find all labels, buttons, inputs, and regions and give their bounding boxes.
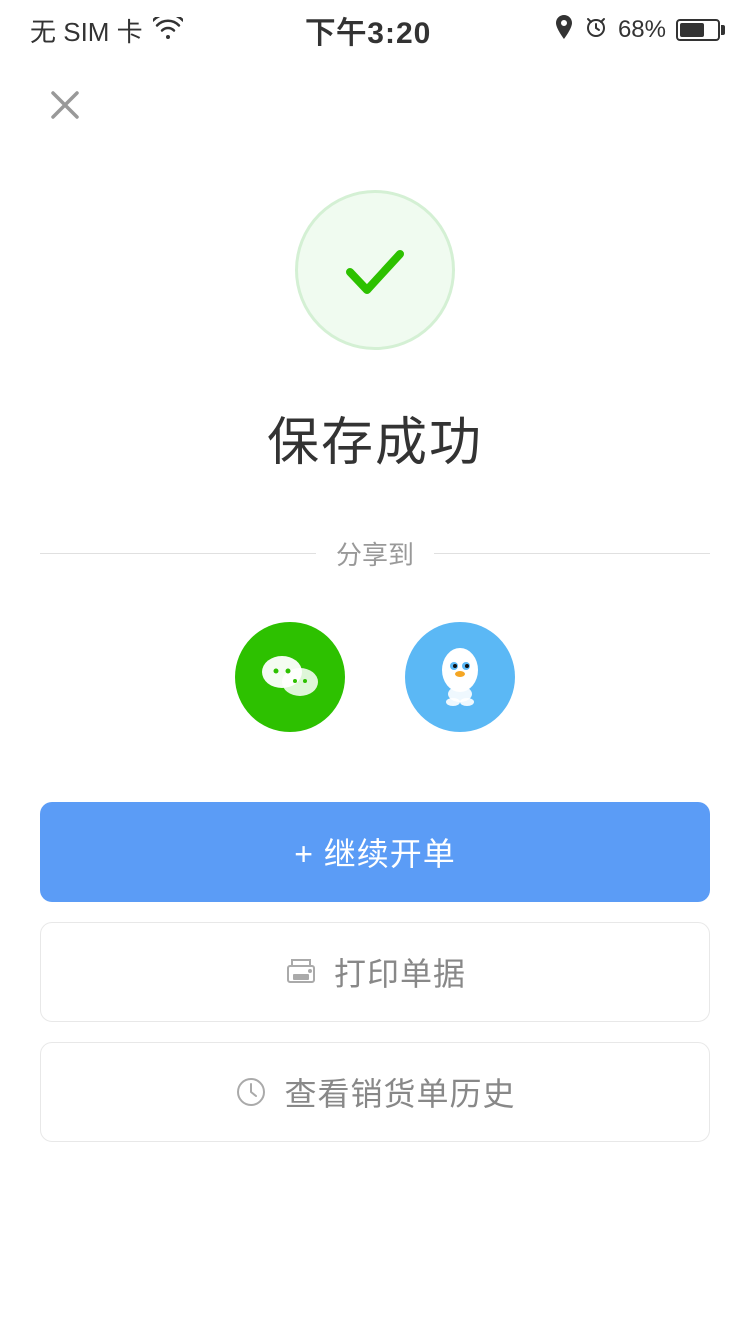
status-left: 无 SIM 卡 <box>30 12 183 49</box>
battery-icon <box>676 19 720 41</box>
wifi-icon <box>153 15 183 46</box>
print-label: 打印单据 <box>334 949 466 995</box>
status-right: 68% <box>554 15 720 46</box>
wechat-icon <box>258 650 323 705</box>
location-icon <box>554 15 574 46</box>
print-button[interactable]: 打印单据 <box>40 922 710 1022</box>
wechat-share-button[interactable] <box>235 622 345 732</box>
divider-line-left <box>40 553 316 554</box>
continue-order-label: + 继续开单 <box>294 829 456 875</box>
history-button[interactable]: 查看销货单历史 <box>40 1042 710 1142</box>
close-button[interactable] <box>40 80 90 130</box>
share-icons <box>40 622 710 732</box>
divider-line-right <box>434 553 710 554</box>
battery-fill <box>680 23 704 37</box>
history-label: 查看销货单历史 <box>284 1069 515 1115</box>
qq-icon <box>428 642 493 712</box>
checkmark-icon <box>335 230 415 310</box>
action-buttons: + 继续开单 打印单据 <box>40 802 710 1142</box>
status-bar: 无 SIM 卡 下午3:20 68% <box>0 0 750 60</box>
qq-share-button[interactable] <box>405 622 515 732</box>
battery-icon-container <box>676 19 720 41</box>
print-icon <box>284 956 318 988</box>
success-circle <box>295 190 455 350</box>
battery-percentage: 68% <box>618 16 666 44</box>
alarm-icon <box>584 15 608 46</box>
carrier-text: 无 SIM 卡 <box>30 12 143 49</box>
continue-order-button[interactable]: + 继续开单 <box>40 802 710 902</box>
success-title: 保存成功 <box>267 400 483 475</box>
main-content: 保存成功 分享到 <box>0 60 750 1142</box>
share-divider: 分享到 <box>40 535 710 572</box>
share-label: 分享到 <box>336 535 414 572</box>
history-icon <box>234 1075 268 1109</box>
success-section: 保存成功 分享到 <box>40 160 710 1142</box>
close-icon <box>47 87 83 123</box>
status-time: 下午3:20 <box>305 8 431 52</box>
